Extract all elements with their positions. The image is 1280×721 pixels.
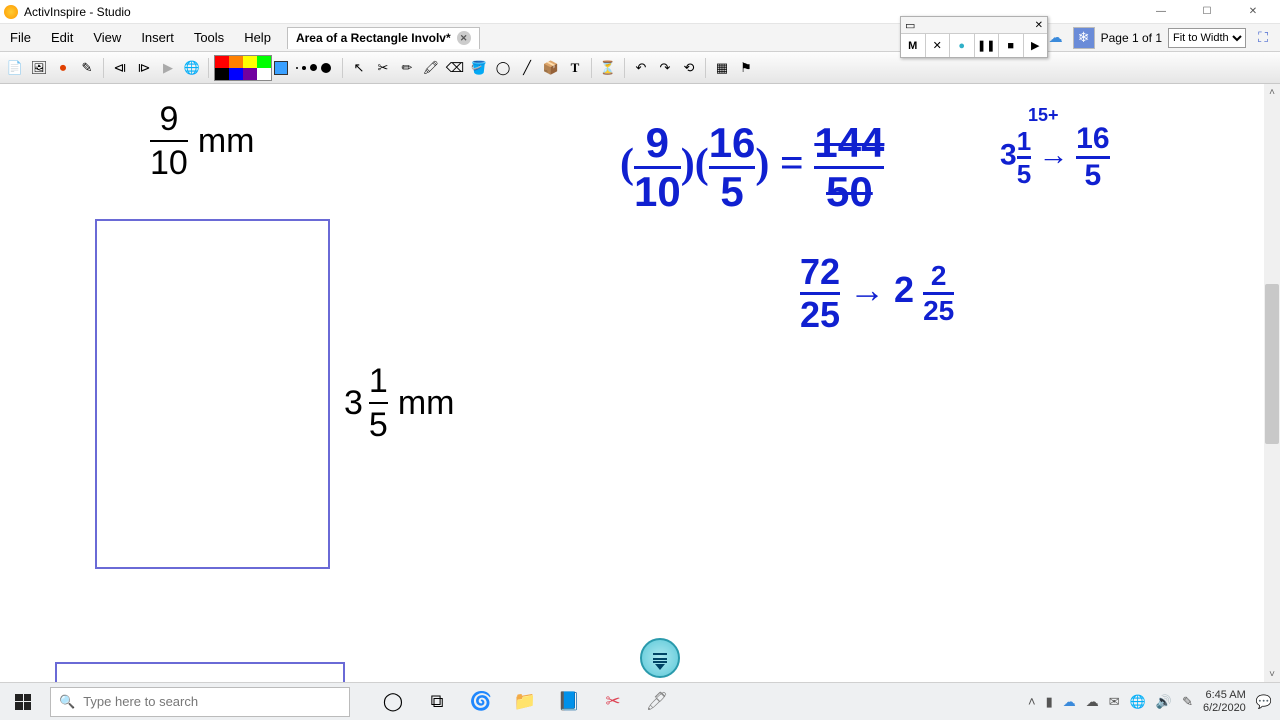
shape-icon[interactable]: ◯ (492, 57, 514, 79)
rectangle-shape (95, 219, 330, 569)
pen-icon[interactable]: ✏ (396, 57, 418, 79)
flipchart-tray-button[interactable] (640, 638, 680, 678)
menu-icon[interactable]: 📄 (4, 57, 26, 79)
recorder-next-button[interactable]: ▶ (1024, 33, 1048, 57)
page-indicator: Page 1 of 1 (1101, 31, 1162, 45)
edge-icon[interactable]: 🌀 (468, 689, 494, 715)
snip-icon[interactable]: ✂ (600, 689, 626, 715)
recorder-cancel-button[interactable]: ✕ (926, 33, 951, 57)
document-tab-label: Area of a Rectangle Involv* (296, 31, 451, 45)
pointer-icon[interactable]: ↖ (348, 57, 370, 79)
play-icon[interactable]: ▶ (157, 57, 179, 79)
menu-insert[interactable]: Insert (131, 24, 184, 52)
recorder-pause-button[interactable]: ❚❚ (975, 33, 1000, 57)
ink-conversion: 15+ 315 → 165 (1000, 124, 1110, 191)
scroll-up-icon[interactable]: ˄ (1269, 84, 1275, 100)
menu-edit[interactable]: Edit (41, 24, 83, 52)
express-poll-icon[interactable]: ⚑ (735, 57, 757, 79)
snowflake-icon[interactable]: ❄ (1073, 27, 1095, 49)
search-placeholder: Type here to search (83, 694, 198, 709)
color-palette[interactable] (214, 55, 272, 81)
width-label: 9 10 mm (150, 102, 254, 180)
annotate-icon[interactable]: ✎ (76, 57, 98, 79)
recorder-close-icon[interactable]: ✕ (1035, 20, 1043, 31)
zoom-select[interactable]: Fit to Width (1168, 28, 1246, 48)
record-icon[interactable]: ⏺ (52, 57, 74, 79)
tools-icon[interactable]: ✂ (372, 57, 394, 79)
undo-icon[interactable]: ↶ (630, 57, 652, 79)
recorder-mic-button[interactable]: M (901, 33, 926, 57)
document-tab[interactable]: Area of a Rectangle Involv* ✕ (287, 27, 480, 49)
fill-icon[interactable]: 🪣 (468, 57, 490, 79)
windows-logo-icon (15, 694, 31, 710)
timer-icon[interactable]: ⏳ (597, 57, 619, 79)
menu-view[interactable]: View (83, 24, 131, 52)
action-center-icon[interactable]: 💬 (1256, 694, 1272, 710)
redo-icon[interactable]: ↷ (654, 57, 676, 79)
tray-onedrive-icon[interactable]: ☁ (1063, 694, 1076, 710)
menu-help[interactable]: Help (234, 24, 281, 52)
ink-equation: (910)(165) = 14450 (620, 122, 884, 213)
task-view-icon[interactable]: ⧉ (424, 689, 450, 715)
tray-mail-icon[interactable]: ✉ (1109, 694, 1120, 710)
tray-volume-icon[interactable]: 🔊 (1156, 694, 1172, 710)
browser-icon[interactable]: 🖼 (28, 57, 50, 79)
start-button[interactable] (0, 683, 46, 721)
tray-battery-icon[interactable]: ▮ (1046, 694, 1053, 710)
main-toolbar: 📄 🖼 ⏺ ✎ ⧏ ⧐ ▶ 🌐 ↖ ✂ ✏ 🖍 ⌫ 🪣 ◯ ╱ 📦 T ⏳ ↶ … (0, 52, 1280, 84)
vertical-scrollbar[interactable]: ˄ ˅ (1264, 84, 1280, 682)
search-icon: 🔍 (59, 694, 75, 710)
menu-tools[interactable]: Tools (184, 24, 234, 52)
flipchart-canvas[interactable]: 9 10 mm 3 1 5 mm (910)(165) = 14450 15+ … (0, 84, 1264, 682)
cortana-icon[interactable]: ◯ (380, 689, 406, 715)
globe-icon[interactable]: 🌐 (181, 57, 203, 79)
reset-icon[interactable]: ⟲ (678, 57, 700, 79)
highlighter-icon[interactable]: 🖍 (420, 57, 442, 79)
maximize-button[interactable]: ☐ (1184, 0, 1230, 24)
recorder-record-button[interactable]: ● (950, 33, 975, 57)
eraser-icon[interactable]: ⌫ (444, 57, 466, 79)
height-label: 3 1 5 mm (344, 364, 455, 442)
recorder-handle-icon[interactable]: ▭ (905, 19, 915, 32)
rectangle-shape-2 (55, 662, 345, 682)
ink-simplified: 7225 → 2 225 (800, 254, 954, 333)
connector-icon[interactable]: ╱ (516, 57, 538, 79)
fullscreen-icon[interactable]: ⛶ (1252, 27, 1274, 49)
minimize-button[interactable]: — (1138, 0, 1184, 24)
taskbar-search[interactable]: 🔍 Type here to search (50, 687, 350, 717)
scroll-down-icon[interactable]: ˅ (1269, 666, 1275, 682)
prev-page-icon[interactable]: ⧏ (109, 57, 131, 79)
activinspire-taskbar-icon[interactable]: 🖊 (644, 689, 670, 715)
text-icon[interactable]: T (564, 57, 586, 79)
tray-network-icon[interactable]: 🌐 (1130, 694, 1146, 710)
tray-chevron-icon[interactable]: ˄ (1028, 694, 1036, 709)
pen-size-picker[interactable] (290, 63, 337, 73)
next-page-icon[interactable]: ⧐ (133, 57, 155, 79)
app-icon (4, 5, 18, 19)
word-icon[interactable]: 📘 (556, 689, 582, 715)
recorder-stop-button[interactable]: ■ (999, 33, 1024, 57)
close-button[interactable]: ✕ (1230, 0, 1276, 24)
menu-file[interactable]: File (0, 24, 41, 52)
document-tab-close-icon[interactable]: ✕ (457, 31, 471, 45)
current-color-swatch[interactable] (274, 61, 288, 75)
window-title: ActivInspire - Studio (24, 5, 131, 19)
windows-taskbar: 🔍 Type here to search ◯ ⧉ 🌀 📁 📘 ✂ 🖊 ˄ ▮ … (0, 682, 1280, 720)
tray-weather-icon[interactable]: ☁ (1086, 694, 1099, 710)
tray-pen-icon[interactable]: ✎ (1182, 694, 1193, 710)
scroll-thumb[interactable] (1265, 284, 1279, 444)
taskbar-clock[interactable]: 6:45 AM 6/2/2020 (1203, 689, 1246, 713)
screen-recorder-toolbar[interactable]: ▭ ✕ M ✕ ● ❚❚ ■ ▶ (900, 16, 1048, 58)
page-browser-icon[interactable]: ▦ (711, 57, 733, 79)
file-explorer-icon[interactable]: 📁 (512, 689, 538, 715)
stamp-icon[interactable]: 📦 (540, 57, 562, 79)
